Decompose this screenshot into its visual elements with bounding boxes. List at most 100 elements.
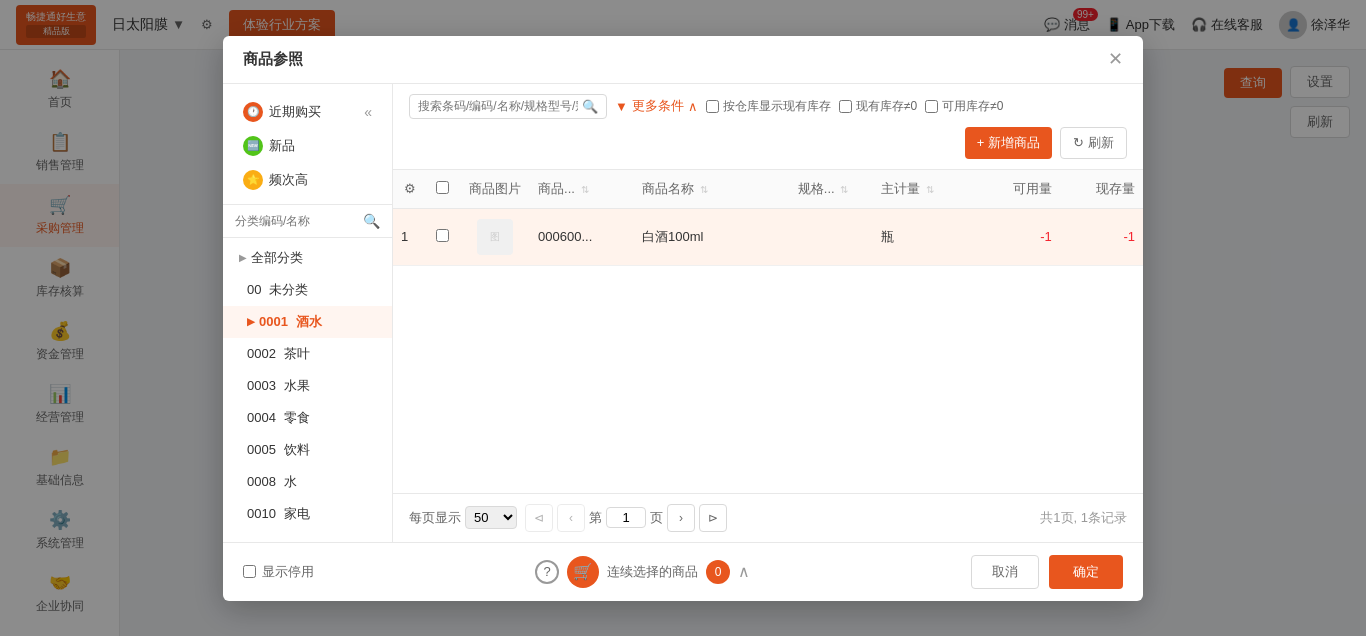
col-code-header[interactable]: 商品... ⇅: [530, 170, 634, 209]
col-check: [426, 170, 459, 209]
product-image-cell: 图: [459, 208, 530, 265]
col-name-header[interactable]: 商品名称 ⇅: [634, 170, 790, 209]
last-page-btn[interactable]: ⊳: [699, 504, 727, 532]
footer-center: ? 🛒 连续选择的商品 0 ∧: [535, 556, 750, 588]
page-size-label: 每页显示: [409, 509, 461, 527]
category-code: 0008: [247, 474, 276, 489]
category-item-all[interactable]: ▶ 全部分类: [223, 242, 392, 274]
col-spec-header[interactable]: 规格... ⇅: [790, 170, 873, 209]
more-filter-btn[interactable]: ▼ 更多条件 ∧: [615, 97, 698, 115]
category-label: 酒水: [296, 313, 322, 331]
checkbox-warehouse-stock[interactable]: 按仓库显示现有库存: [706, 98, 831, 115]
product-image-placeholder: 图: [477, 219, 513, 255]
category-code: 0003: [247, 378, 276, 393]
modal-title: 商品参照: [243, 50, 303, 69]
category-item-uncategorized[interactable]: 00 未分类: [223, 274, 392, 306]
row-index: 1: [393, 208, 426, 265]
row-check[interactable]: [426, 208, 459, 265]
category-code: 00: [247, 282, 261, 297]
sort-icon: ⇅: [581, 184, 589, 195]
refresh-icon: ↻: [1073, 135, 1084, 150]
category-search-input[interactable]: [235, 214, 357, 228]
page-size-dropdown[interactable]: 50 10 20 100: [465, 506, 517, 529]
category-item-water[interactable]: 0008 水: [223, 466, 392, 498]
frequent-label: 频次高: [269, 171, 308, 189]
category-item-liquor[interactable]: ▶ 0001 酒水: [223, 306, 392, 338]
checkbox-nonzero-stock[interactable]: 现有库存≠0: [839, 98, 917, 115]
recent-purchase-nav[interactable]: 🕐 近期购买 «: [231, 96, 384, 128]
category-search: 🔍: [223, 205, 392, 238]
filter-label: 更多条件: [632, 97, 684, 115]
next-page-btn[interactable]: ›: [667, 504, 695, 532]
category-label: 未分类: [269, 281, 308, 299]
product-name-cell: 白酒100ml: [634, 208, 790, 265]
first-page-btn[interactable]: ⊲: [525, 504, 553, 532]
prev-page-btn[interactable]: ‹: [557, 504, 585, 532]
product-search-box: 🔍: [409, 94, 607, 119]
product-code-cell: 000600...: [530, 208, 634, 265]
available-stock-checkbox[interactable]: [925, 100, 938, 113]
nonzero-stock-label: 现有库存≠0: [856, 98, 917, 115]
modal-right-panel: 🔍 ▼ 更多条件 ∧ 按仓库显示现有库存 现有库存≠0: [393, 84, 1143, 542]
confirm-btn[interactable]: 确定: [1049, 555, 1123, 589]
category-label: 水: [284, 473, 297, 491]
category-code: 0005: [247, 442, 276, 457]
help-btn[interactable]: ?: [535, 560, 559, 584]
recent-purchase-icon: 🕐: [243, 102, 263, 122]
table-row[interactable]: 1 图 000600... 白酒100ml 瓶: [393, 208, 1143, 265]
refresh-label: 刷新: [1088, 134, 1114, 152]
page-nav: ⊲ ‹ 第 页 › ⊳: [525, 504, 727, 532]
add-product-btn[interactable]: + 新增商品: [965, 127, 1052, 159]
pagination-bar: 每页显示 50 10 20 100 ⊲ ‹ 第 页: [393, 493, 1143, 542]
frequent-icon: ⭐: [243, 170, 263, 190]
total-pages: 共1页,: [1040, 510, 1077, 525]
col-settings[interactable]: ⚙: [393, 170, 426, 209]
product-table-container: ⚙ 商品图片 商品... ⇅: [393, 170, 1143, 493]
row-checkbox[interactable]: [436, 229, 449, 242]
frequent-nav[interactable]: ⭐ 频次高: [231, 164, 384, 196]
category-item-fruit[interactable]: 0003 水果: [223, 370, 392, 402]
category-tree: ▶ 全部分类 00 未分类 ▶ 0001 酒水 0002 茶叶: [223, 238, 392, 534]
new-products-nav[interactable]: 🆕 新品: [231, 130, 384, 162]
checkbox-available-stock[interactable]: 可用库存≠0: [925, 98, 1003, 115]
select-all-checkbox[interactable]: [436, 181, 449, 194]
modal-close-btn[interactable]: ✕: [1108, 50, 1123, 68]
display-disabled-checkbox[interactable]: [243, 565, 256, 578]
category-code: 0002: [247, 346, 276, 361]
col-available-header: 可用量: [956, 170, 1060, 209]
category-label: 饮料: [284, 441, 310, 459]
page-label: 第: [589, 509, 602, 527]
total-records: 1条记录: [1081, 510, 1127, 525]
toolbar-right: + 新增商品 ↻ 刷新: [965, 127, 1127, 159]
modal-body: 🕐 近期购买 « 🆕 新品 ⭐ 频次高 🔍: [223, 84, 1143, 542]
filter-icon: ▼: [615, 99, 628, 114]
selected-products-label: 连续选择的商品: [607, 563, 698, 581]
nonzero-stock-checkbox[interactable]: [839, 100, 852, 113]
available-stock-label: 可用库存≠0: [942, 98, 1003, 115]
category-label: 零食: [284, 409, 310, 427]
caret-icon: ▶: [239, 252, 247, 263]
cart-btn[interactable]: 🛒: [567, 556, 599, 588]
page-size-select: 每页显示 50 10 20 100: [409, 506, 517, 529]
category-code: 0001: [259, 314, 288, 329]
col-unit-header[interactable]: 主计量 ⇅: [873, 170, 956, 209]
refresh-btn[interactable]: ↻ 刷新: [1060, 127, 1127, 159]
page-input[interactable]: [606, 507, 646, 528]
selected-count-badge: 0: [706, 560, 730, 584]
category-item-tea[interactable]: 0002 茶叶: [223, 338, 392, 370]
search-icon[interactable]: 🔍: [363, 213, 380, 229]
footer-collapse-btn[interactable]: ∧: [738, 562, 750, 581]
cancel-btn[interactable]: 取消: [971, 555, 1039, 589]
display-disabled-toggle[interactable]: 显示停用: [243, 563, 314, 581]
category-item-snack[interactable]: 0004 零食: [223, 402, 392, 434]
cart-icon: 🛒: [573, 562, 593, 581]
warehouse-stock-checkbox[interactable]: [706, 100, 719, 113]
category-label: 茶叶: [284, 345, 310, 363]
search-icon[interactable]: 🔍: [582, 99, 598, 114]
category-item-appliance[interactable]: 0010 家电: [223, 498, 392, 530]
product-search-input[interactable]: [418, 99, 578, 113]
collapse-icon[interactable]: «: [364, 104, 372, 120]
category-item-beverage[interactable]: 0005 饮料: [223, 434, 392, 466]
quick-nav: 🕐 近期购买 « 🆕 新品 ⭐ 频次高: [223, 92, 392, 205]
sort-icon: ⇅: [926, 184, 934, 195]
